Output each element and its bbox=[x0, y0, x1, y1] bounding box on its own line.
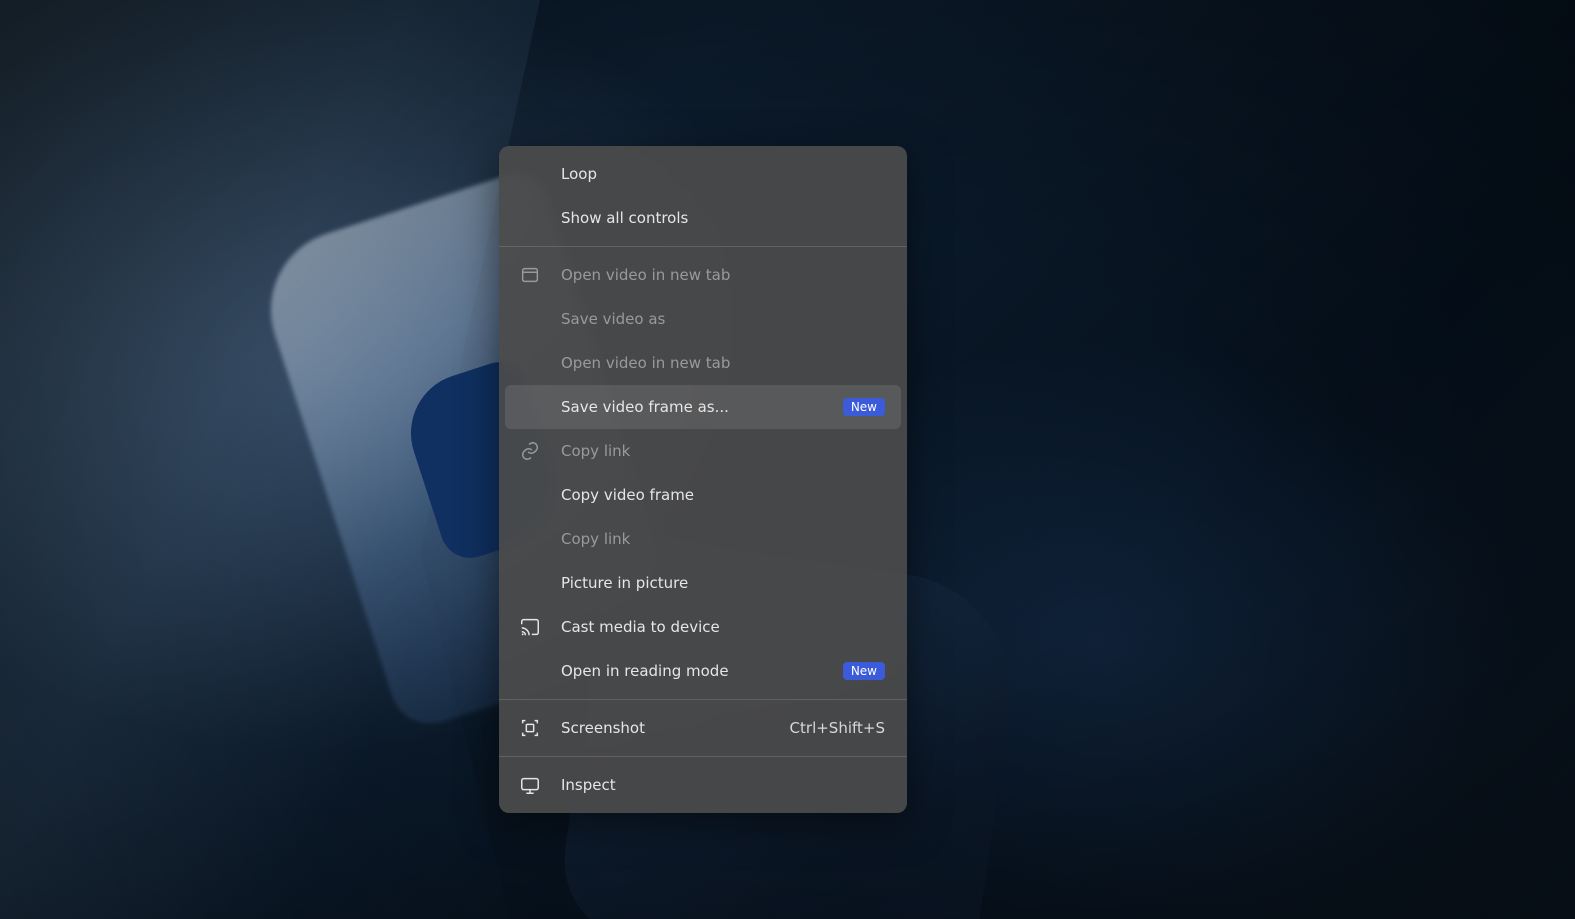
menu-item-label: Open in reading mode bbox=[561, 662, 829, 680]
menu-item-show-all-controls[interactable]: Show all controls bbox=[505, 196, 901, 240]
menu-separator bbox=[499, 246, 907, 247]
menu-item-label: Picture in picture bbox=[561, 574, 885, 592]
menu-item-shortcut: Ctrl+Shift+S bbox=[790, 719, 885, 737]
new-tab-icon bbox=[519, 264, 557, 286]
menu-item-copy-link[interactable]: Copy link bbox=[505, 429, 901, 473]
menu-item-open-video-new-tab-2[interactable]: Open video in new tab bbox=[505, 341, 901, 385]
menu-item-open-in-reading-mode[interactable]: Open in reading mode New bbox=[505, 649, 901, 693]
menu-item-label: Cast media to device bbox=[561, 618, 885, 636]
menu-item-copy-video-frame[interactable]: Copy video frame bbox=[505, 473, 901, 517]
menu-separator bbox=[499, 699, 907, 700]
menu-item-copy-link-2[interactable]: Copy link bbox=[505, 517, 901, 561]
cast-icon bbox=[519, 616, 557, 638]
menu-item-label: Open video in new tab bbox=[561, 266, 885, 284]
inspect-icon bbox=[519, 774, 557, 796]
new-badge: New bbox=[843, 398, 885, 416]
menu-item-save-video-as[interactable]: Save video as bbox=[505, 297, 901, 341]
menu-item-screenshot[interactable]: Screenshot Ctrl+Shift+S bbox=[505, 706, 901, 750]
menu-item-label: Screenshot bbox=[561, 719, 786, 737]
screenshot-icon bbox=[519, 717, 557, 739]
menu-item-loop[interactable]: Loop bbox=[505, 152, 901, 196]
menu-item-label: Copy video frame bbox=[561, 486, 885, 504]
menu-separator bbox=[499, 756, 907, 757]
link-icon bbox=[519, 440, 557, 462]
menu-item-save-video-frame-as[interactable]: Save video frame as... New bbox=[505, 385, 901, 429]
menu-item-label: Open video in new tab bbox=[561, 354, 885, 372]
menu-item-cast-media-to-device[interactable]: Cast media to device bbox=[505, 605, 901, 649]
menu-item-picture-in-picture[interactable]: Picture in picture bbox=[505, 561, 901, 605]
menu-item-inspect[interactable]: Inspect bbox=[505, 763, 901, 807]
menu-item-label: Inspect bbox=[561, 776, 885, 794]
menu-item-label: Copy link bbox=[561, 442, 885, 460]
video-context-menu: Loop Show all controls Open video in new… bbox=[499, 146, 907, 813]
new-badge: New bbox=[843, 662, 885, 680]
menu-item-open-video-new-tab[interactable]: Open video in new tab bbox=[505, 253, 901, 297]
menu-item-label: Save video frame as... bbox=[561, 398, 829, 416]
menu-item-label: Show all controls bbox=[561, 209, 885, 227]
menu-item-label: Save video as bbox=[561, 310, 885, 328]
menu-item-label: Copy link bbox=[561, 530, 885, 548]
menu-item-label: Loop bbox=[561, 165, 885, 183]
